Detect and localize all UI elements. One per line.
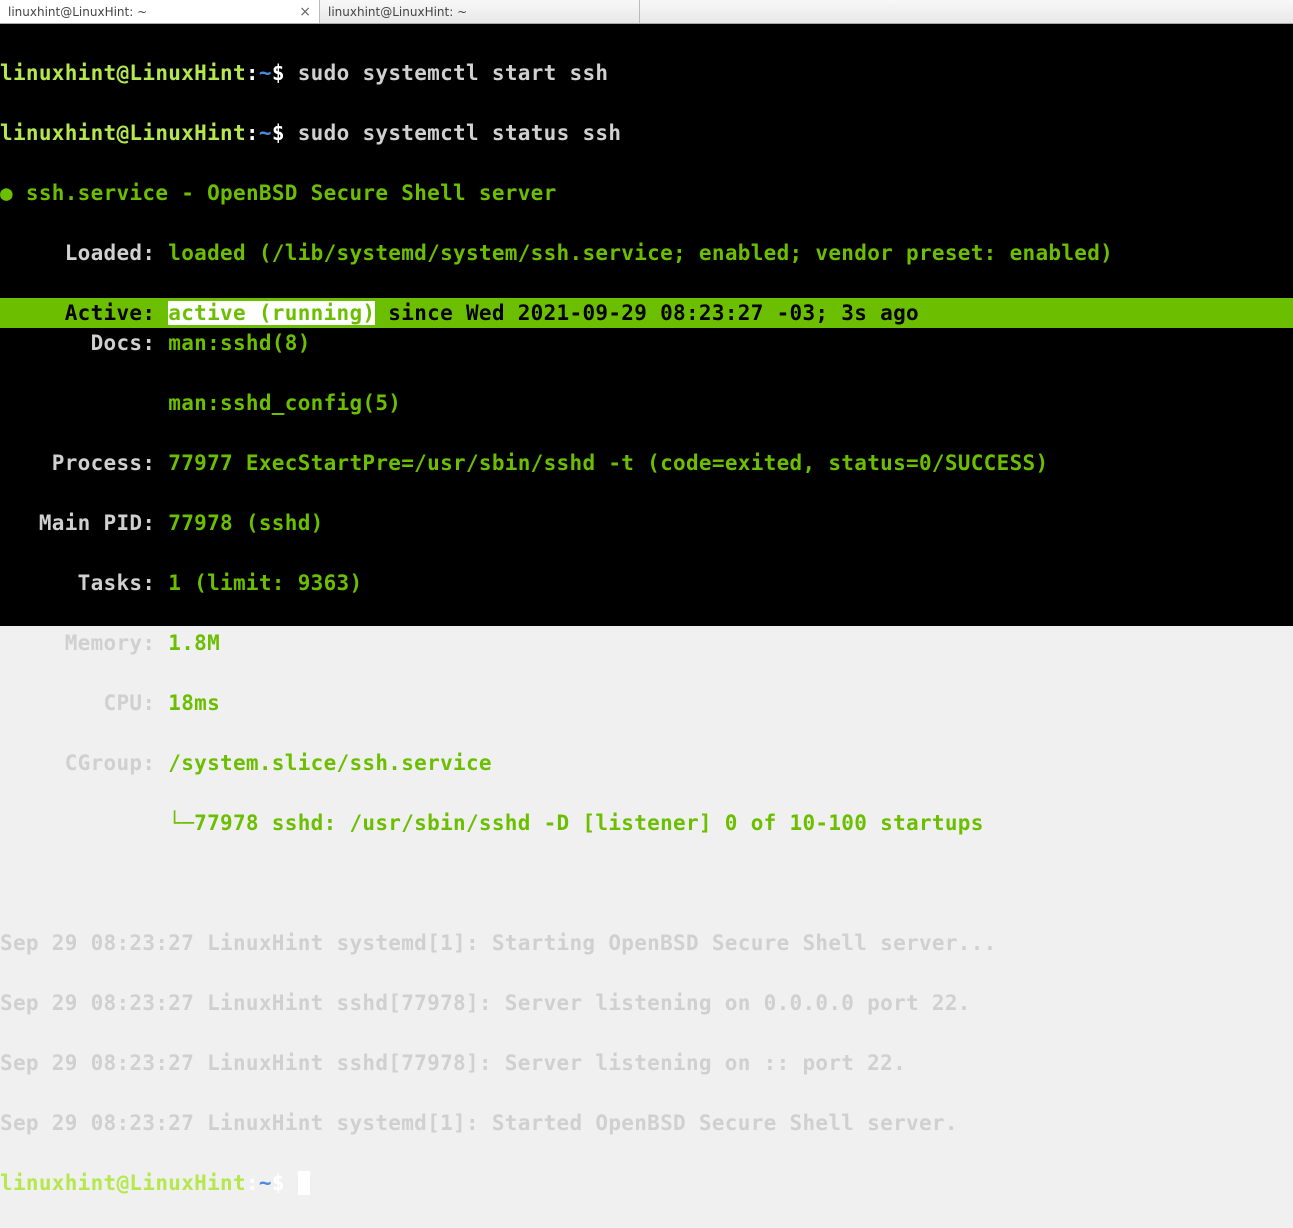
prompt-sep: : bbox=[246, 121, 259, 145]
prompt-path: ~ bbox=[259, 1171, 272, 1195]
tab-bar: linuxhint@LinuxHint: ~ × linuxhint@Linux… bbox=[0, 0, 1293, 24]
cpu-value: 18ms bbox=[168, 691, 220, 715]
close-icon[interactable]: × bbox=[299, 5, 311, 19]
cgroup-value: /system.slice/ssh.service bbox=[168, 751, 492, 775]
log-line: Sep 29 08:23:27 LinuxHint systemd[1]: St… bbox=[0, 1108, 1293, 1138]
process-line: Process: 77977 ExecStartPre=/usr/sbin/ss… bbox=[0, 448, 1293, 478]
log-entry: Sep 29 08:23:27 LinuxHint systemd[1]: St… bbox=[0, 931, 997, 955]
blank-line bbox=[0, 868, 1293, 898]
process-label: Process: bbox=[0, 451, 168, 475]
mainpid-label: Main PID: bbox=[0, 511, 168, 535]
docs-value: man:sshd_config(5) bbox=[168, 391, 401, 415]
tasks-label: Tasks: bbox=[0, 571, 168, 595]
log-line: Sep 29 08:23:27 LinuxHint systemd[1]: St… bbox=[0, 928, 1293, 958]
docs-label: Docs: bbox=[0, 331, 168, 355]
prompt-user: linuxhint@LinuxHint bbox=[0, 61, 246, 85]
prompt-path: ~ bbox=[259, 61, 272, 85]
active-state: active (running) bbox=[168, 301, 375, 325]
prompt-user: linuxhint@LinuxHint bbox=[0, 1171, 246, 1195]
cpu-line: CPU: 18ms bbox=[0, 688, 1293, 718]
log-entry: Sep 29 08:23:27 LinuxHint sshd[77978]: S… bbox=[0, 1051, 906, 1075]
prompt-line: linuxhint@LinuxHint:~$ bbox=[0, 1168, 1293, 1198]
log-entry: Sep 29 08:23:27 LinuxHint systemd[1]: St… bbox=[0, 1111, 958, 1135]
prompt-user: linuxhint@LinuxHint bbox=[0, 121, 246, 145]
active-label: Active: bbox=[0, 301, 168, 325]
tab-terminal-2[interactable]: linuxhint@LinuxHint: ~ bbox=[320, 0, 640, 23]
prompt-dollar: $ bbox=[272, 61, 285, 85]
process-value: 77977 ExecStartPre=/usr/sbin/sshd -t (co… bbox=[168, 451, 1048, 475]
prompt-path: ~ bbox=[259, 121, 272, 145]
service-name: ssh.service - OpenBSD Secure Shell serve… bbox=[26, 181, 557, 205]
active-since: since Wed 2021-09-29 08:23:27 -03; 3s ag… bbox=[375, 301, 919, 325]
tab-label: linuxhint@LinuxHint: ~ bbox=[328, 5, 467, 19]
service-header: ● ssh.service - OpenBSD Secure Shell ser… bbox=[0, 178, 1293, 208]
command-line-2: linuxhint@LinuxHint:~$ sudo systemctl st… bbox=[0, 118, 1293, 148]
prompt-dollar: $ bbox=[272, 1171, 285, 1195]
memory-label: Memory: bbox=[0, 631, 168, 655]
docs-line-1: Docs: man:sshd(8) bbox=[0, 328, 1293, 358]
command-text: sudo systemctl start ssh bbox=[298, 61, 609, 85]
active-line: Active: active (running) since Wed 2021-… bbox=[0, 298, 1293, 328]
loaded-value: loaded (/lib/systemd/system/ssh.service;… bbox=[168, 241, 1113, 265]
tasks-line: Tasks: 1 (limit: 9363) bbox=[0, 568, 1293, 598]
prompt-sep: : bbox=[246, 1171, 259, 1195]
prompt-sep: : bbox=[246, 61, 259, 85]
cgroup-label: CGroup: bbox=[0, 751, 168, 775]
loaded-line: Loaded: loaded (/lib/systemd/system/ssh.… bbox=[0, 238, 1293, 268]
memory-value: 1.8M bbox=[168, 631, 220, 655]
tab-terminal-1[interactable]: linuxhint@LinuxHint: ~ × bbox=[0, 0, 320, 23]
log-line: Sep 29 08:23:27 LinuxHint sshd[77978]: S… bbox=[0, 988, 1293, 1018]
mainpid-line: Main PID: 77978 (sshd) bbox=[0, 508, 1293, 538]
terminal-output[interactable]: linuxhint@LinuxHint:~$ sudo systemctl st… bbox=[0, 24, 1293, 626]
log-line: Sep 29 08:23:27 LinuxHint sshd[77978]: S… bbox=[0, 1048, 1293, 1078]
cgroup-tree-line: └─77978 sshd: /usr/sbin/sshd -D [listene… bbox=[0, 808, 1293, 838]
memory-line: Memory: 1.8M bbox=[0, 628, 1293, 658]
cgroup-tree: └─77978 sshd: /usr/sbin/sshd -D [listene… bbox=[0, 811, 984, 835]
log-entry: Sep 29 08:23:27 LinuxHint sshd[77978]: S… bbox=[0, 991, 971, 1015]
status-dot-icon: ● bbox=[0, 178, 13, 208]
mainpid-value: 77978 (sshd) bbox=[168, 511, 323, 535]
tab-label: linuxhint@LinuxHint: ~ bbox=[8, 5, 147, 19]
cgroup-line: CGroup: /system.slice/ssh.service bbox=[0, 748, 1293, 778]
docs-line-2: man:sshd_config(5) bbox=[0, 388, 1293, 418]
tasks-value: 1 (limit: 9363) bbox=[168, 571, 362, 595]
prompt-dollar: $ bbox=[272, 121, 285, 145]
cursor-icon bbox=[298, 1171, 310, 1195]
loaded-label: Loaded: bbox=[0, 241, 168, 265]
cpu-label: CPU: bbox=[0, 691, 168, 715]
command-text: sudo systemctl status ssh bbox=[298, 121, 622, 145]
command-line-1: linuxhint@LinuxHint:~$ sudo systemctl st… bbox=[0, 58, 1293, 88]
docs-value: man:sshd(8) bbox=[168, 331, 310, 355]
docs-pad bbox=[0, 391, 168, 415]
